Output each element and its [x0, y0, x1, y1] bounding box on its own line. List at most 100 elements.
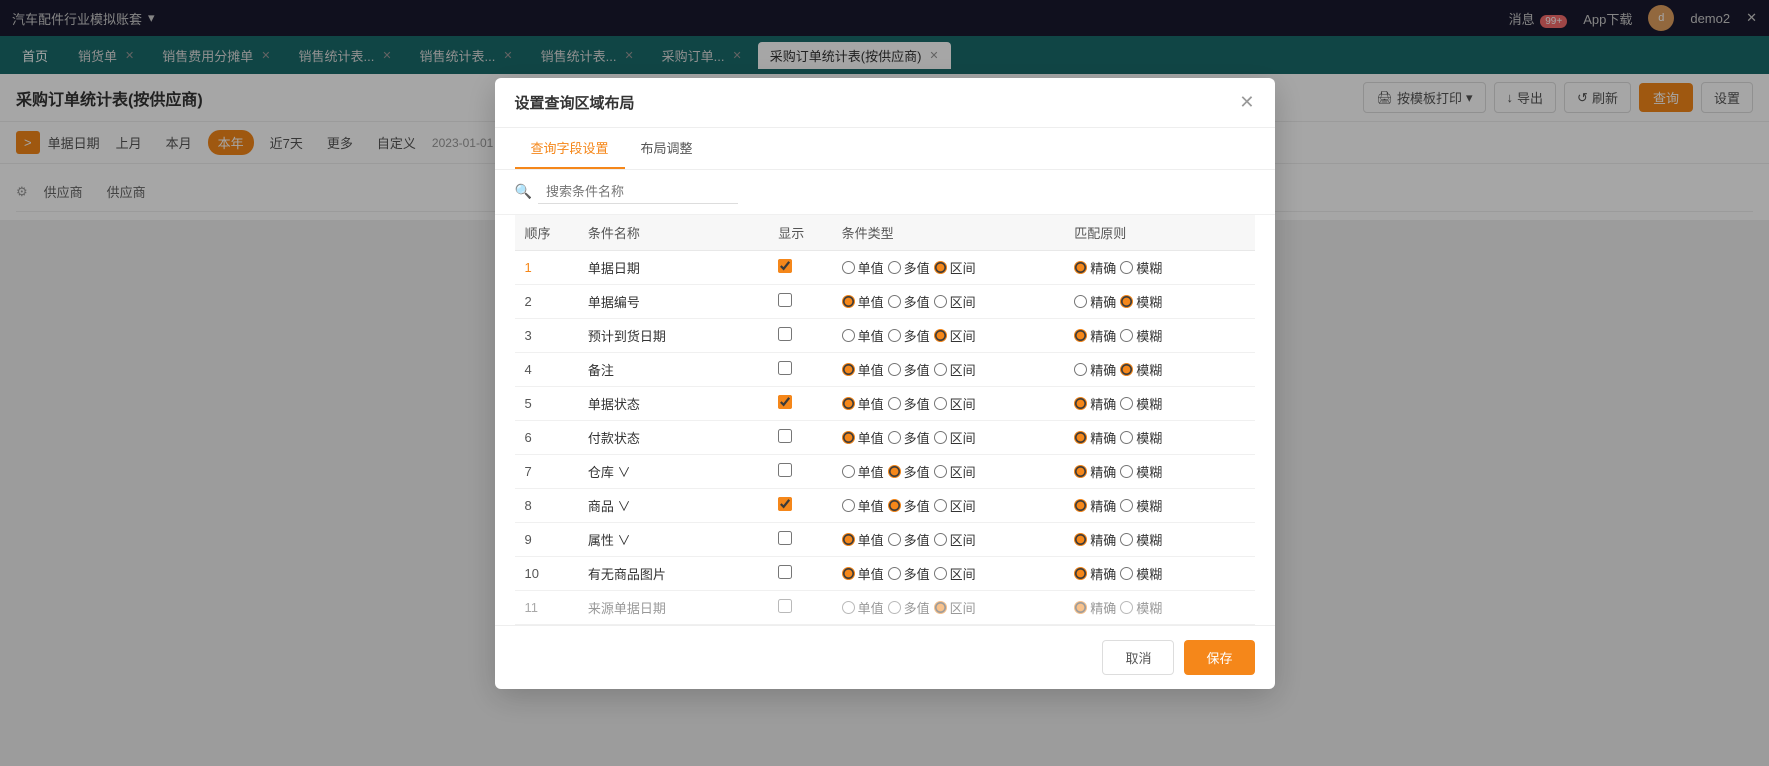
- matchrule-exact-5[interactable]: [1074, 431, 1087, 444]
- condtype-multi-7[interactable]: [888, 499, 901, 512]
- condtype-multi-8[interactable]: [888, 533, 901, 546]
- table-row-matchrule-10: 精确模糊: [1064, 590, 1254, 624]
- table-row-display-6[interactable]: [768, 454, 831, 488]
- matchrule-exact-9[interactable]: [1074, 567, 1087, 580]
- table-row-name-8: 属性 ∨: [578, 522, 768, 556]
- matchrule-exact-7[interactable]: [1074, 499, 1087, 512]
- condtype-multi-6[interactable]: [888, 465, 901, 478]
- table-row-display-8[interactable]: [768, 522, 831, 556]
- condtype-range-2[interactable]: [934, 329, 947, 342]
- condtype-multi-10[interactable]: [888, 601, 901, 614]
- condtype-multi-3[interactable]: [888, 363, 901, 376]
- condtype-range-1[interactable]: [934, 295, 947, 308]
- table-row-condtype-2: 单值多值区间: [832, 318, 1065, 352]
- condtype-range-5[interactable]: [934, 431, 947, 444]
- display-checkbox-3[interactable]: [778, 361, 792, 375]
- condtype-single-1[interactable]: [842, 295, 855, 308]
- matchrule-fuzzy-5[interactable]: [1120, 431, 1133, 444]
- tab-query-fields[interactable]: 查询字段设置: [515, 128, 625, 169]
- table-row-name-0: 单据日期: [578, 250, 768, 284]
- table-row-order-2: 3: [515, 318, 578, 352]
- condtype-range-6[interactable]: [934, 465, 947, 478]
- condtype-range-7[interactable]: [934, 499, 947, 512]
- condtype-multi-4[interactable]: [888, 397, 901, 410]
- matchrule-exact-10[interactable]: [1074, 601, 1087, 614]
- matchrule-fuzzy-9[interactable]: [1120, 567, 1133, 580]
- matchrule-fuzzy-6[interactable]: [1120, 465, 1133, 478]
- condtype-multi-0[interactable]: [888, 261, 901, 274]
- condtype-range-0[interactable]: [934, 261, 947, 274]
- matchrule-fuzzy-0[interactable]: [1120, 261, 1133, 274]
- matchrule-fuzzy-1[interactable]: [1120, 295, 1133, 308]
- matchrule-fuzzy-8[interactable]: [1120, 533, 1133, 546]
- matchrule-fuzzy-4[interactable]: [1120, 397, 1133, 410]
- table-row-display-3[interactable]: [768, 352, 831, 386]
- table-row-condtype-8: 单值多值区间: [832, 522, 1065, 556]
- matchrule-fuzzy-7[interactable]: [1120, 499, 1133, 512]
- condtype-single-10[interactable]: [842, 601, 855, 614]
- condtype-single-9[interactable]: [842, 567, 855, 580]
- tab-query-fields-label: 查询字段设置: [531, 141, 609, 156]
- search-input[interactable]: [538, 180, 738, 204]
- display-checkbox-6[interactable]: [778, 463, 792, 477]
- dialog-search-area: 🔍: [495, 170, 1275, 215]
- table-row-display-1[interactable]: [768, 284, 831, 318]
- condtype-single-5[interactable]: [842, 431, 855, 444]
- tab-layout-adjust[interactable]: 布局调整: [625, 128, 709, 169]
- matchrule-exact-3[interactable]: [1074, 363, 1087, 376]
- display-checkbox-5[interactable]: [778, 429, 792, 443]
- condtype-range-3[interactable]: [934, 363, 947, 376]
- dialog-footer: 取消 保存: [495, 625, 1275, 689]
- condtype-multi-9[interactable]: [888, 567, 901, 580]
- condtype-range-8[interactable]: [934, 533, 947, 546]
- table-row-display-5[interactable]: [768, 420, 831, 454]
- matchrule-exact-2[interactable]: [1074, 329, 1087, 342]
- condtype-single-4[interactable]: [842, 397, 855, 410]
- display-checkbox-0[interactable]: [778, 259, 792, 273]
- condtype-multi-1[interactable]: [888, 295, 901, 308]
- condtype-single-0[interactable]: [842, 261, 855, 274]
- matchrule-exact-0[interactable]: [1074, 261, 1087, 274]
- matchrule-exact-8[interactable]: [1074, 533, 1087, 546]
- condtype-single-2[interactable]: [842, 329, 855, 342]
- condtype-range-4[interactable]: [934, 397, 947, 410]
- table-row-condtype-0: 单值多值区间: [832, 250, 1065, 284]
- table-row-name-6: 仓库 ∨: [578, 454, 768, 488]
- save-btn[interactable]: 保存: [1184, 640, 1254, 675]
- matchrule-fuzzy-3[interactable]: [1120, 363, 1133, 376]
- table-row-condtype-3: 单值多值区间: [832, 352, 1065, 386]
- matchrule-exact-1[interactable]: [1074, 295, 1087, 308]
- condtype-single-7[interactable]: [842, 499, 855, 512]
- condtype-range-10[interactable]: [934, 601, 947, 614]
- matchrule-exact-6[interactable]: [1074, 465, 1087, 478]
- condtype-multi-5[interactable]: [888, 431, 901, 444]
- display-checkbox-8[interactable]: [778, 531, 792, 545]
- dialog-close-btn[interactable]: ✕: [1239, 92, 1254, 113]
- dialog: 设置查询区域布局 ✕ 查询字段设置 布局调整 🔍 顺序: [495, 78, 1275, 689]
- table-row-display-10[interactable]: [768, 590, 831, 624]
- display-checkbox-1[interactable]: [778, 293, 792, 307]
- dialog-table-wrap: 顺序 条件名称 显示 条件类型 匹配原则: [495, 215, 1275, 625]
- condtype-single-6[interactable]: [842, 465, 855, 478]
- table-row-name-5: 付款状态: [578, 420, 768, 454]
- display-checkbox-10[interactable]: [778, 599, 792, 613]
- display-checkbox-7[interactable]: [778, 497, 792, 511]
- table-row-display-4[interactable]: [768, 386, 831, 420]
- matchrule-fuzzy-10[interactable]: [1120, 601, 1133, 614]
- condtype-multi-2[interactable]: [888, 329, 901, 342]
- table-row-display-0[interactable]: [768, 250, 831, 284]
- table-row-matchrule-7: 精确模糊: [1064, 488, 1254, 522]
- condtype-single-8[interactable]: [842, 533, 855, 546]
- display-checkbox-2[interactable]: [778, 327, 792, 341]
- table-row-matchrule-3: 精确模糊: [1064, 352, 1254, 386]
- table-row-display-9[interactable]: [768, 556, 831, 590]
- table-row-display-7[interactable]: [768, 488, 831, 522]
- display-checkbox-9[interactable]: [778, 565, 792, 579]
- cancel-btn[interactable]: 取消: [1102, 640, 1174, 675]
- condtype-single-3[interactable]: [842, 363, 855, 376]
- table-row-display-2[interactable]: [768, 318, 831, 352]
- matchrule-exact-4[interactable]: [1074, 397, 1087, 410]
- condtype-range-9[interactable]: [934, 567, 947, 580]
- matchrule-fuzzy-2[interactable]: [1120, 329, 1133, 342]
- display-checkbox-4[interactable]: [778, 395, 792, 409]
